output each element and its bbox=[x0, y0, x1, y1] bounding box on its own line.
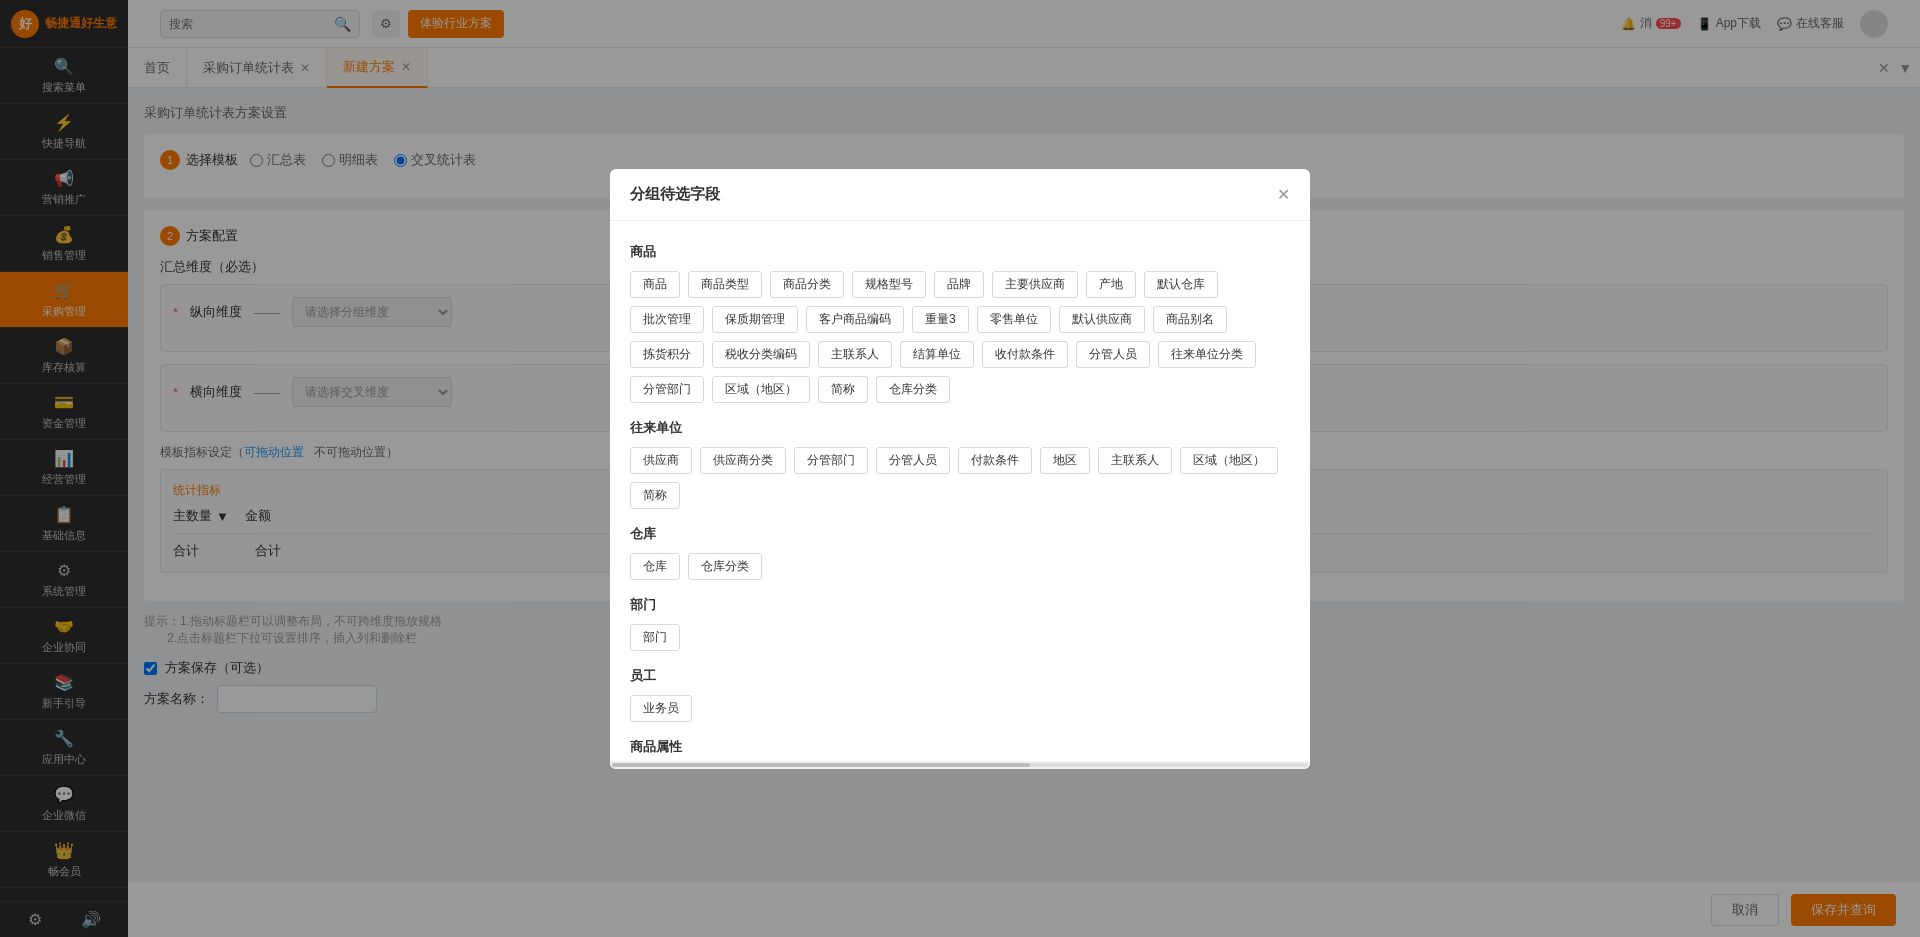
field-chip-0-23[interactable]: 区域（地区） bbox=[712, 376, 810, 403]
field-chip-0-18[interactable]: 结算单位 bbox=[900, 341, 974, 368]
field-chip-0-16[interactable]: 税收分类编码 bbox=[712, 341, 810, 368]
dialog-close-button[interactable]: ✕ bbox=[1277, 185, 1290, 204]
scrollbar-track bbox=[612, 763, 1308, 767]
field-chip-0-17[interactable]: 主联系人 bbox=[818, 341, 892, 368]
field-chip-1-8[interactable]: 简称 bbox=[630, 482, 680, 509]
field-chip-4-0[interactable]: 业务员 bbox=[630, 695, 692, 722]
field-grid-3: 部门 bbox=[630, 624, 1290, 651]
dialog: 分组待选字段 ✕ 商品商品商品类型商品分类规格型号品牌主要供应商产地默认仓库批次… bbox=[610, 169, 1310, 769]
field-grid-1: 供应商供应商分类分管部门分管人员付款条件地区主联系人区域（地区） 简称 bbox=[630, 447, 1290, 509]
section-title-0: 商品 bbox=[630, 243, 1290, 261]
field-chip-0-0[interactable]: 商品 bbox=[630, 271, 680, 298]
field-chip-0-9[interactable]: 保质期管理 bbox=[712, 306, 798, 333]
field-chip-0-15[interactable]: 拣货积分 bbox=[630, 341, 704, 368]
field-chip-3-0[interactable]: 部门 bbox=[630, 624, 680, 651]
dialog-title: 分组待选字段 bbox=[630, 185, 720, 204]
dialog-scrollbar bbox=[610, 761, 1310, 769]
section-title-5: 商品属性 bbox=[630, 738, 1290, 756]
field-chip-0-12[interactable]: 零售单位 bbox=[977, 306, 1051, 333]
section-title-3: 部门 bbox=[630, 596, 1290, 614]
overlay: 分组待选字段 ✕ 商品商品商品类型商品分类规格型号品牌主要供应商产地默认仓库批次… bbox=[0, 0, 1920, 937]
field-chip-0-13[interactable]: 默认供应商 bbox=[1059, 306, 1145, 333]
field-chip-1-0[interactable]: 供应商 bbox=[630, 447, 692, 474]
field-chip-0-22[interactable]: 分管部门 bbox=[630, 376, 704, 403]
field-chip-0-24[interactable]: 简称 bbox=[818, 376, 868, 403]
field-chip-0-8[interactable]: 批次管理 bbox=[630, 306, 704, 333]
dialog-body: 商品商品商品类型商品分类规格型号品牌主要供应商产地默认仓库批次管理保质期管理客户… bbox=[610, 221, 1310, 761]
field-chip-0-4[interactable]: 品牌 bbox=[934, 271, 984, 298]
field-chip-1-2[interactable]: 分管部门 bbox=[794, 447, 868, 474]
section-title-4: 员工 bbox=[630, 667, 1290, 685]
field-chip-0-5[interactable]: 主要供应商 bbox=[992, 271, 1078, 298]
field-chip-0-6[interactable]: 产地 bbox=[1086, 271, 1136, 298]
field-chip-1-7[interactable]: 区域（地区） bbox=[1180, 447, 1278, 474]
field-chip-1-5[interactable]: 地区 bbox=[1040, 447, 1090, 474]
field-chip-1-3[interactable]: 分管人员 bbox=[876, 447, 950, 474]
scrollbar-thumb bbox=[612, 763, 1030, 767]
field-chip-1-6[interactable]: 主联系人 bbox=[1098, 447, 1172, 474]
section-title-2: 仓库 bbox=[630, 525, 1290, 543]
field-chip-1-1[interactable]: 供应商分类 bbox=[700, 447, 786, 474]
field-chip-0-20[interactable]: 分管人员 bbox=[1076, 341, 1150, 368]
field-chip-0-3[interactable]: 规格型号 bbox=[852, 271, 926, 298]
field-chip-0-21[interactable]: 往来单位分类 bbox=[1158, 341, 1256, 368]
field-chip-2-0[interactable]: 仓库 bbox=[630, 553, 680, 580]
field-grid-4: 业务员 bbox=[630, 695, 1290, 722]
field-chip-0-14[interactable]: 商品别名 bbox=[1153, 306, 1227, 333]
dialog-header: 分组待选字段 ✕ bbox=[610, 169, 1310, 221]
field-grid-0: 商品商品类型商品分类规格型号品牌主要供应商产地默认仓库批次管理保质期管理客户商品… bbox=[630, 271, 1290, 403]
field-chip-0-19[interactable]: 收付款条件 bbox=[982, 341, 1068, 368]
field-chip-2-1[interactable]: 仓库分类 bbox=[688, 553, 762, 580]
field-chip-0-7[interactable]: 默认仓库 bbox=[1144, 271, 1218, 298]
field-grid-2: 仓库仓库分类 bbox=[630, 553, 1290, 580]
section-title-1: 往来单位 bbox=[630, 419, 1290, 437]
field-chip-0-11[interactable]: 重量3 bbox=[912, 306, 969, 333]
field-chip-0-10[interactable]: 客户商品编码 bbox=[806, 306, 904, 333]
field-chip-1-4[interactable]: 付款条件 bbox=[958, 447, 1032, 474]
field-chip-0-2[interactable]: 商品分类 bbox=[770, 271, 844, 298]
field-chip-0-1[interactable]: 商品类型 bbox=[688, 271, 762, 298]
field-chip-0-25[interactable]: 仓库分类 bbox=[876, 376, 950, 403]
